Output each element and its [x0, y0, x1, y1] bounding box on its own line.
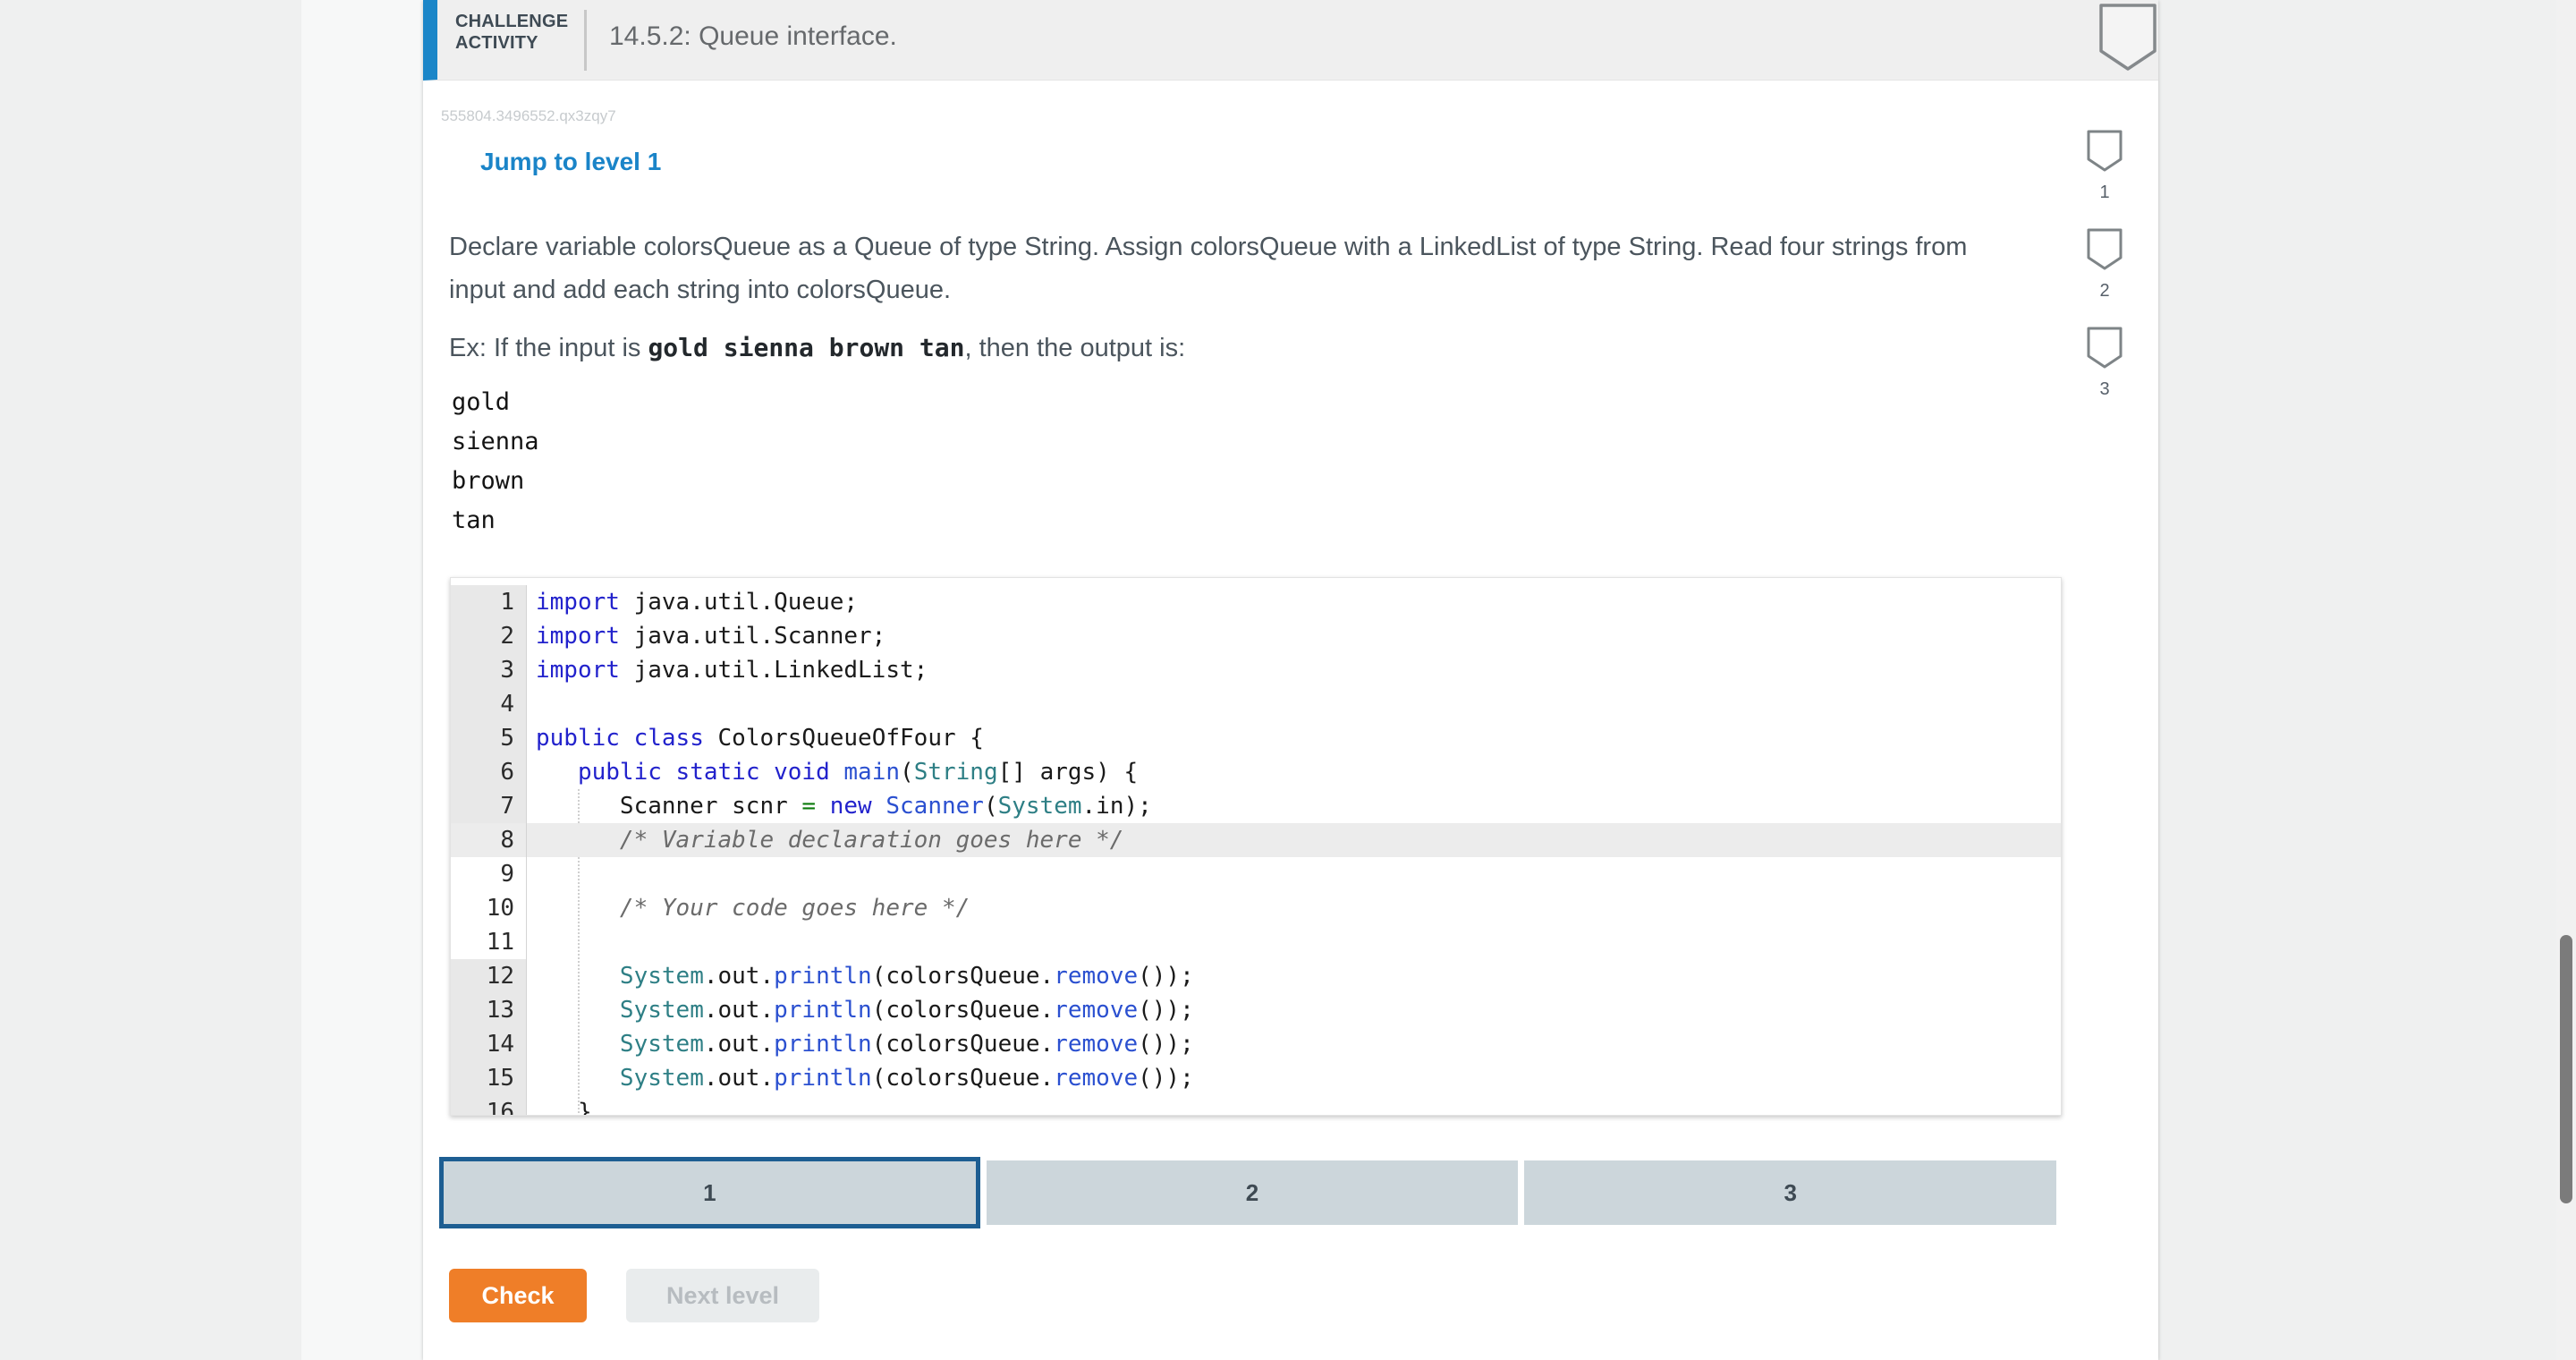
example-output: goldsiennabrowntan [452, 383, 539, 540]
page: { "header": { "badge_line1": "CHALLENGE"… [0, 0, 2576, 1360]
code-line: 9 [451, 857, 2061, 891]
line-number: 5 [451, 721, 527, 755]
jump-to-level-link[interactable]: Jump to level 1 [480, 148, 661, 176]
code-line: 13 System.out.println(colorsQueue.remove… [451, 993, 2061, 1027]
level-progress-bar: 123 [439, 1157, 2056, 1228]
level-marker-3: 3 [2085, 327, 2124, 400]
check-button[interactable]: Check [449, 1269, 587, 1322]
band-divider [584, 10, 587, 71]
code-line: 14 System.out.println(colorsQueue.remove… [451, 1027, 2061, 1061]
activity-card: CHALLENGE ACTIVITY 14.5.2: Queue interfa… [423, 0, 2158, 1360]
line-number: 7 [451, 789, 527, 823]
code-line: 8 /* Variable declaration goes here */ [451, 823, 2061, 857]
code-line-text: /* Variable declaration goes here */ [527, 823, 1123, 857]
code-line: 11 [451, 925, 2061, 959]
line-number: 1 [451, 585, 527, 619]
badge-line-1: CHALLENGE [455, 11, 589, 32]
action-buttons: Check Next level [449, 1269, 819, 1322]
level-flag-icon [2085, 130, 2124, 177]
scrollbar-thumb[interactable] [2560, 935, 2572, 1203]
code-line-text: /* Your code goes here */ [527, 891, 970, 925]
code-line: 1import java.util.Queue; [451, 585, 2061, 619]
code-line-text: public class ColorsQueueOfFour { [527, 721, 984, 755]
example-output-line: tan [452, 501, 539, 540]
code-line: 16 } [451, 1095, 2061, 1116]
prompt-text: Declare variable colorsQueue as a Queue … [449, 225, 2010, 311]
line-number: 10 [451, 891, 527, 925]
level-flag-icon [2085, 327, 2124, 374]
line-number: 2 [451, 619, 527, 653]
next-level-button[interactable]: Next level [626, 1269, 819, 1322]
example-text: Ex: If the input is gold sienna brown ta… [449, 333, 1185, 363]
line-number: 6 [451, 755, 527, 789]
example-prefix: Ex: If the input is [449, 334, 648, 362]
level-marker-rail: 1 2 3 [2085, 130, 2139, 425]
code-line: 7 Scanner scnr = new Scanner(System.in); [451, 789, 2061, 823]
line-number: 3 [451, 653, 527, 687]
line-number: 14 [451, 1027, 527, 1061]
line-number: 9 [451, 857, 527, 891]
code-line-text: import java.util.Queue; [527, 585, 858, 619]
code-line-text: } [527, 1095, 592, 1116]
code-line-text: System.out.println(colorsQueue.remove())… [527, 993, 1194, 1027]
line-number: 8 [451, 823, 527, 857]
code-line: 10 /* Your code goes here */ [451, 891, 2061, 925]
challenge-band: CHALLENGE ACTIVITY 14.5.2: Queue interfa… [423, 0, 2158, 81]
level-segment-1[interactable]: 1 [439, 1157, 980, 1228]
line-number: 16 [451, 1095, 527, 1116]
example-suffix: , then the output is: [964, 334, 1185, 362]
code-line: 15 System.out.println(colorsQueue.remove… [451, 1061, 2061, 1095]
line-number: 12 [451, 959, 527, 993]
code-line-text [527, 687, 536, 721]
code-line-text: Scanner scnr = new Scanner(System.in); [527, 789, 1152, 823]
level-segment-3[interactable]: 3 [1524, 1160, 2056, 1225]
example-output-line: brown [452, 462, 539, 501]
level-marker-label: 2 [2085, 281, 2124, 302]
code-line-text: System.out.println(colorsQueue.remove())… [527, 1061, 1194, 1095]
code-line: 12 System.out.println(colorsQueue.remove… [451, 959, 2061, 993]
example-output-line: sienna [452, 422, 539, 462]
level-marker-label: 3 [2085, 379, 2124, 400]
code-line-text: System.out.println(colorsQueue.remove())… [527, 959, 1194, 993]
code-editor[interactable]: 1import java.util.Queue;2import java.uti… [450, 577, 2062, 1116]
level-marker-label: 1 [2085, 183, 2124, 203]
code-line-text: System.out.println(colorsQueue.remove())… [527, 1027, 1194, 1061]
code-line: 2import java.util.Scanner; [451, 619, 2061, 653]
code-line-text: import java.util.Scanner; [527, 619, 886, 653]
activity-type-badge: CHALLENGE ACTIVITY [455, 11, 589, 54]
code-line-text [527, 925, 536, 959]
level-flag-icon [2085, 228, 2124, 276]
code-line: 3import java.util.LinkedList; [451, 653, 2061, 687]
badge-line-2: ACTIVITY [455, 32, 589, 54]
example-output-line: gold [452, 383, 539, 422]
line-number: 13 [451, 993, 527, 1027]
code-line-text [527, 857, 536, 891]
activity-title: 14.5.2: Queue interface. [609, 21, 897, 52]
activity-id: 555804.3496552.qx3zqy7 [441, 107, 616, 125]
level-marker-2: 2 [2085, 228, 2124, 302]
line-number: 11 [451, 925, 527, 959]
code-line-text: import java.util.LinkedList; [527, 653, 928, 687]
level-segment-2[interactable]: 2 [987, 1160, 1519, 1225]
code-line-text: public static void main(String[] args) { [527, 755, 1138, 789]
completion-flag-icon [2099, 4, 2157, 76]
line-number: 15 [451, 1061, 527, 1095]
level-marker-1: 1 [2085, 130, 2124, 203]
line-number: 4 [451, 687, 527, 721]
content-column [301, 0, 423, 1360]
code-line: 4 [451, 687, 2061, 721]
code-line: 6 public static void main(String[] args)… [451, 755, 2061, 789]
scrollbar [2556, 0, 2576, 1360]
code-line: 5public class ColorsQueueOfFour { [451, 721, 2061, 755]
example-input-code: gold sienna brown tan [648, 333, 964, 362]
